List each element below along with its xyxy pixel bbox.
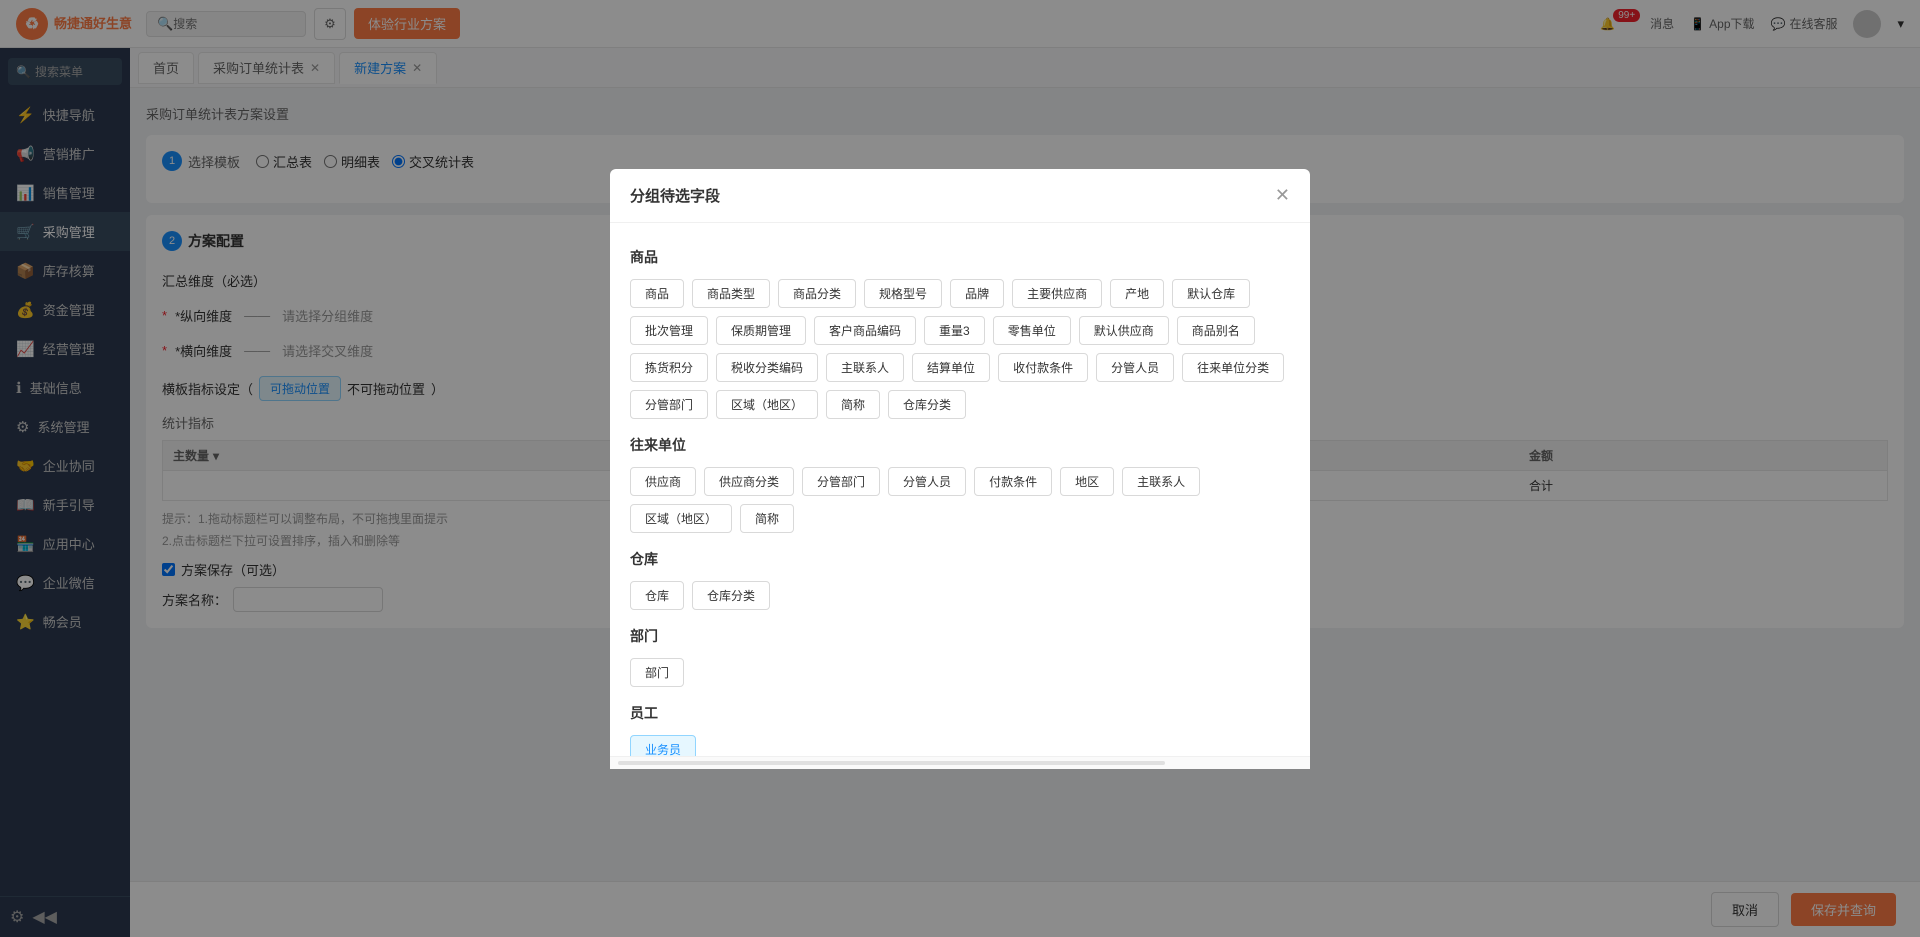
field-tag-goods-type[interactable]: 商品类型 (692, 279, 770, 308)
modal-section-partner: 往来单位 (630, 435, 1290, 455)
goods-field-tags: 商品 商品类型 商品分类 规格型号 品牌 主要供应商 产地 默认仓库 批次管理 … (630, 279, 1290, 419)
field-tag-retail-unit[interactable]: 零售单位 (993, 316, 1071, 345)
field-tag-payment-terms[interactable]: 收付款条件 (998, 353, 1088, 382)
partner-field-tags: 供应商 供应商分类 分管部门 分管人员 付款条件 地区 主联系人 区域（地区） … (630, 467, 1290, 533)
field-tag-salesman[interactable]: 业务员 (630, 735, 696, 756)
field-tag-dept[interactable]: 分管部门 (630, 390, 708, 419)
field-tag-department[interactable]: 部门 (630, 658, 684, 687)
field-tag-pick-score[interactable]: 拣货积分 (630, 353, 708, 382)
field-tag-alias[interactable]: 商品别名 (1177, 316, 1255, 345)
field-tag-tax-code[interactable]: 税收分类编码 (716, 353, 818, 382)
field-tag-spec[interactable]: 规格型号 (864, 279, 942, 308)
field-tag-goods-category[interactable]: 商品分类 (778, 279, 856, 308)
field-tag-customer-code[interactable]: 客户商品编码 (814, 316, 916, 345)
modal-dialog: 分组待选字段 ✕ 商品 商品 商品类型 商品分类 规格型号 品牌 主要供应商 产… (610, 169, 1310, 769)
field-tag-district[interactable]: 地区 (1060, 467, 1114, 496)
field-tag-weight[interactable]: 重量3 (924, 316, 985, 345)
modal-section-staff: 员工 (630, 703, 1290, 723)
field-tag-warehouse-cat[interactable]: 仓库分类 (888, 390, 966, 419)
field-tag-settlement-unit[interactable]: 结算单位 (912, 353, 990, 382)
field-tag-default-supplier[interactable]: 默认供应商 (1079, 316, 1169, 345)
modal-section-department: 部门 (630, 626, 1290, 646)
department-field-tags: 部门 (630, 658, 1290, 687)
modal-header: 分组待选字段 ✕ (610, 169, 1310, 223)
modal-body: 商品 商品 商品类型 商品分类 规格型号 品牌 主要供应商 产地 默认仓库 批次… (610, 223, 1310, 756)
modal-close-button[interactable]: ✕ (1275, 185, 1290, 206)
field-tag-manager[interactable]: 分管人员 (1096, 353, 1174, 382)
staff-field-tags: 业务员 (630, 735, 1290, 756)
field-tag-default-warehouse[interactable]: 默认仓库 (1172, 279, 1250, 308)
field-tag-warehouse[interactable]: 仓库 (630, 581, 684, 610)
field-tag-main-contact2[interactable]: 主联系人 (1122, 467, 1200, 496)
field-tag-pay-terms[interactable]: 付款条件 (974, 467, 1052, 496)
warehouse-field-tags: 仓库 仓库分类 (630, 581, 1290, 610)
modal-title: 分组待选字段 (630, 185, 720, 206)
field-tag-region[interactable]: 区域（地区） (716, 390, 818, 419)
field-tag-partner-dept[interactable]: 分管部门 (802, 467, 880, 496)
field-tag-quality-mgmt[interactable]: 保质期管理 (716, 316, 806, 345)
field-tag-short-name[interactable]: 简称 (826, 390, 880, 419)
modal-overlay[interactable]: 分组待选字段 ✕ 商品 商品 商品类型 商品分类 规格型号 品牌 主要供应商 产… (0, 0, 1920, 937)
field-tag-region2[interactable]: 区域（地区） (630, 504, 732, 533)
field-tag-supplier[interactable]: 供应商 (630, 467, 696, 496)
modal-section-warehouse: 仓库 (630, 549, 1290, 569)
field-tag-partner-mgr[interactable]: 分管人员 (888, 467, 966, 496)
field-tag-main-contact[interactable]: 主联系人 (826, 353, 904, 382)
modal-horizontal-scrollbar[interactable] (610, 756, 1310, 769)
field-tag-warehouse-category[interactable]: 仓库分类 (692, 581, 770, 610)
field-tag-brand[interactable]: 品牌 (950, 279, 1004, 308)
field-tag-partner-category[interactable]: 往来单位分类 (1182, 353, 1284, 382)
modal-section-goods: 商品 (630, 247, 1290, 267)
field-tag-main-supplier[interactable]: 主要供应商 (1012, 279, 1102, 308)
field-tag-batch-mgmt[interactable]: 批次管理 (630, 316, 708, 345)
field-tag-short-name2[interactable]: 简称 (740, 504, 794, 533)
field-tag-supplier-cat[interactable]: 供应商分类 (704, 467, 794, 496)
field-tag-origin[interactable]: 产地 (1110, 279, 1164, 308)
h-scroll-thumb (618, 761, 1165, 765)
field-tag-goods[interactable]: 商品 (630, 279, 684, 308)
